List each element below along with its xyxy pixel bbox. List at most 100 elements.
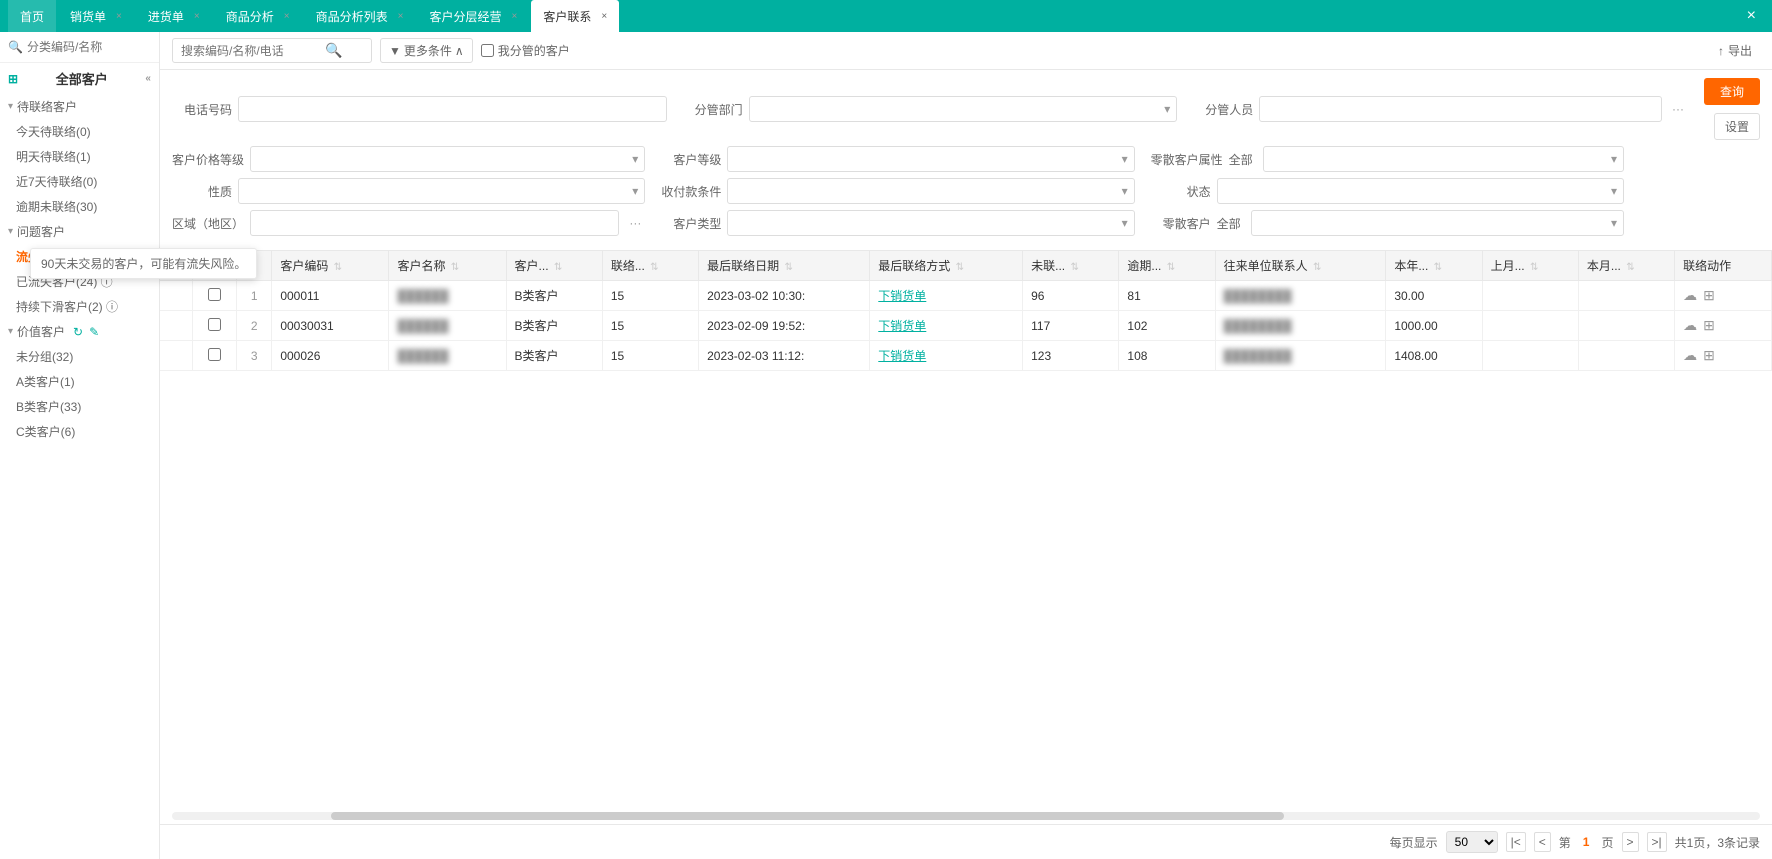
sidebar-item-tomorrow[interactable]: 明天待联络(1) [0, 144, 159, 169]
sidebar-group-problem[interactable]: ▾ 问题客户 [0, 219, 159, 244]
row-checkbox-cell-1[interactable] [192, 311, 237, 341]
sidebar-item-class-b[interactable]: B类客户(33) [0, 394, 159, 419]
th-last-contact-date[interactable]: 最后联络日期 ⇅ [699, 251, 870, 281]
sidebar-item-declining[interactable]: 持续下滑客户(2) ⓘ [0, 294, 159, 319]
sidebar-item-overdue[interactable]: 逾期未联络(30) [0, 194, 159, 219]
th-this-year[interactable]: 本年... ⇅ [1386, 251, 1482, 281]
query-button[interactable]: 查询 [1704, 78, 1760, 105]
action-icon-2-1[interactable]: ⊞ [1703, 317, 1715, 334]
th-last-contact-method[interactable]: 最后联络方式 ⇅ [870, 251, 1023, 281]
row-last-method-0[interactable]: 下销货单 [870, 281, 1023, 311]
last-page-btn[interactable]: >| [1647, 832, 1667, 852]
row-action-1: ☁ ⊞ [1675, 311, 1772, 341]
sidebar-item-class-a[interactable]: A类客户(1) [0, 369, 159, 394]
my-customer-checkbox-area[interactable]: 我分管的客户 [481, 42, 570, 59]
product-analysis-tab-close[interactable]: × [284, 11, 290, 22]
sidebar-collapse-btn[interactable]: « [145, 73, 151, 84]
sidebar-item-7days[interactable]: 近7天待联络(0) [0, 169, 159, 194]
th-type[interactable]: 客户... ⇅ [506, 251, 602, 281]
filter-customer-type-select[interactable]: ▾ [727, 210, 1134, 236]
window-close-button[interactable]: × [1739, 7, 1764, 25]
row-checkbox-0[interactable] [208, 288, 221, 301]
product-list-tab-close[interactable]: × [398, 11, 404, 22]
row-this-year-0: 30.00 [1386, 281, 1482, 311]
nav-tab-home[interactable]: 首页 [8, 0, 56, 32]
th-contact[interactable]: 联络... ⇅ [602, 251, 698, 281]
retail-prefix: 全部 [1217, 215, 1241, 232]
row-last-method-2[interactable]: 下销货单 [870, 341, 1023, 371]
horizontal-scrollbar-area[interactable] [160, 808, 1772, 824]
row-settings-0 [160, 281, 192, 311]
sidebar-item-unclassified[interactable]: 未分组(32) [0, 344, 159, 369]
filter-person-select[interactable] [1259, 96, 1662, 122]
scrollbar-thumb[interactable] [331, 812, 1284, 820]
sidebar-root-label: 全部客户 [56, 69, 108, 88]
th-this-month[interactable]: 本月... ⇅ [1578, 251, 1674, 281]
search-input[interactable] [181, 44, 321, 58]
action-icon-1-0[interactable]: ☁ [1683, 287, 1697, 304]
th-code[interactable]: 客户编码 ⇅ [272, 251, 389, 281]
action-icon-1-2[interactable]: ☁ [1683, 347, 1697, 364]
row-checkbox-1[interactable] [208, 318, 221, 331]
scrollbar-track[interactable] [172, 812, 1760, 820]
row-checkbox-2[interactable] [208, 348, 221, 361]
filter-payment-select[interactable]: ▾ [727, 178, 1134, 204]
sidebar-group-pending[interactable]: ▾ 待联络客户 [0, 94, 159, 119]
prev-page-btn[interactable]: < [1534, 832, 1551, 852]
purchase-tab-close[interactable]: × [194, 11, 200, 22]
unlisted-sort-icon: ⇅ [1070, 262, 1078, 273]
nav-tab-purchase[interactable]: 进货单 × [136, 0, 212, 32]
sidebar-root-header[interactable]: ⊞ 全部客户 « [0, 63, 159, 94]
filter-dept-select[interactable]: ▾ [749, 96, 1178, 122]
filter-region-select[interactable] [250, 210, 619, 236]
row-checkbox-cell-2[interactable] [192, 341, 237, 371]
filter-customer-tier-select[interactable]: ▾ [727, 146, 1134, 172]
value-refresh-icon[interactable]: ↻ [73, 325, 83, 339]
nav-tab-customer-contact[interactable]: 客户联系 × [531, 0, 619, 32]
nav-tab-sales[interactable]: 销货单 × [58, 0, 134, 32]
settings-button[interactable]: 设置 [1714, 113, 1760, 140]
customer-contact-tab-close[interactable]: × [601, 11, 607, 22]
nav-tab-product-analysis[interactable]: 商品分析 × [214, 0, 302, 32]
customer-contact-tab-label: 客户联系 [543, 8, 591, 25]
nav-tab-product-list[interactable]: 商品分析列表 × [304, 0, 416, 32]
sidebar-search-input[interactable] [27, 40, 160, 54]
more-filter-button[interactable]: ▼ 更多条件 ∧ [380, 38, 473, 63]
th-unlisted[interactable]: 未联... ⇅ [1023, 251, 1119, 281]
nav-tab-customer-tier[interactable]: 客户分层经营 × [417, 0, 529, 32]
action-icon-2-2[interactable]: ⊞ [1703, 347, 1715, 364]
th-name[interactable]: 客户名称 ⇅ [389, 251, 506, 281]
action-icon-1-1[interactable]: ☁ [1683, 317, 1697, 334]
th-overdue[interactable]: 逾期... ⇅ [1119, 251, 1215, 281]
filter-region-dots[interactable]: ··· [625, 216, 645, 230]
action-icon-2-0[interactable]: ⊞ [1703, 287, 1715, 304]
sales-tab-close[interactable]: × [116, 11, 122, 22]
sidebar-group-value[interactable]: ▾ 价值客户 ↻ ✎ [0, 319, 159, 344]
filter-status-select[interactable]: ▾ [1217, 178, 1624, 204]
filter-price-select[interactable]: ▾ [250, 146, 645, 172]
method-sort-icon: ⇅ [956, 262, 964, 273]
my-customer-checkbox[interactable] [481, 44, 494, 57]
filter-person-dots[interactable]: ··· [1668, 102, 1688, 116]
first-page-btn[interactable]: |< [1506, 832, 1526, 852]
filter-nature-select[interactable]: ▾ [238, 178, 645, 204]
next-page-btn[interactable]: > [1622, 832, 1639, 852]
per-page-select[interactable]: 50 20 100 [1446, 831, 1498, 853]
value-edit-icon[interactable]: ✎ [89, 325, 99, 339]
row-unlisted-0: 96 [1023, 281, 1119, 311]
top-navigation: 首页 销货单 × 进货单 × 商品分析 × 商品分析列表 × 客户分层经营 × … [0, 0, 1772, 32]
customer-tier-tab-close[interactable]: × [511, 11, 517, 22]
filter-retail-select[interactable]: ▾ [1251, 210, 1624, 236]
th-contact-person[interactable]: 往来单位联系人 ⇅ [1215, 251, 1386, 281]
search-icon-btn[interactable]: 🔍 [325, 42, 342, 59]
sidebar-item-class-c[interactable]: C类客户(6) [0, 419, 159, 444]
filter-phone-input[interactable] [238, 96, 667, 122]
th-last-month[interactable]: 上月... ⇅ [1482, 251, 1578, 281]
filter-row-4: 区域（地区） ··· 客户类型 ▾ 零散客户 全部 [172, 210, 1760, 236]
row-last-method-1[interactable]: 下销货单 [870, 311, 1023, 341]
export-button[interactable]: ↑ 导出 [1710, 39, 1760, 62]
filter-retail-attr-select[interactable]: ▾ [1263, 146, 1624, 172]
row-checkbox-cell-0[interactable] [192, 281, 237, 311]
row-overdue-0: 81 [1119, 281, 1215, 311]
sidebar-item-today[interactable]: 今天待联络(0) [0, 119, 159, 144]
